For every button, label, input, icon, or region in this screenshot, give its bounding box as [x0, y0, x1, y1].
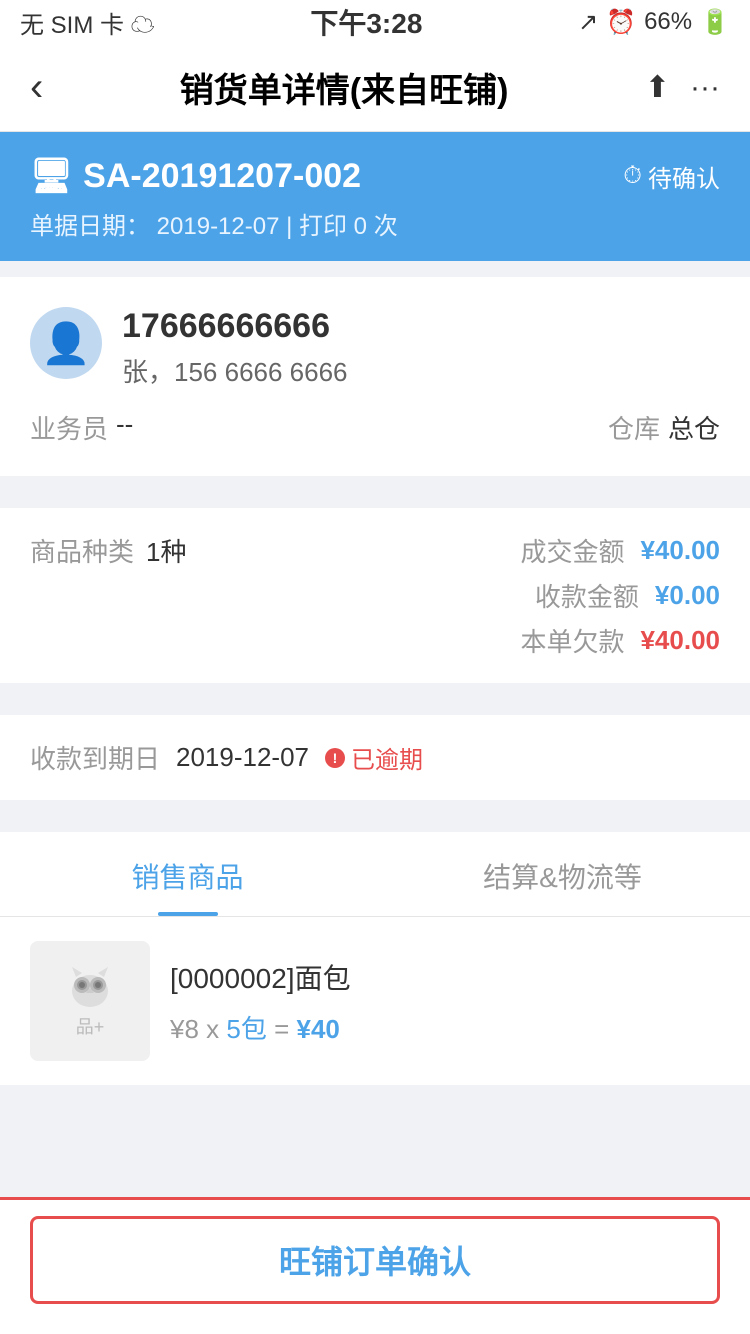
status-bar-right: ↗ ⏰ 66% 🔋 — [578, 8, 730, 37]
battery-icon: 🔋 — [700, 8, 730, 37]
customer-row: 👤 17666666666 张，156 6666 6666 — [30, 307, 720, 389]
order-id-text: SA-20191207-002 — [83, 157, 361, 196]
tabs-card: 销售商品 结算&物流等 — [0, 832, 750, 1085]
deal-amount-label: 成交金额 — [520, 532, 624, 569]
sim-status: 无 SIM 卡 ☁ — [20, 5, 155, 40]
more-button[interactable]: ··· — [690, 71, 720, 105]
avatar-icon: 👤 — [41, 320, 91, 367]
price-total: ¥40 — [297, 1014, 340, 1044]
alarm-icon: ⏰ — [606, 8, 636, 37]
category-label: 商品种类 — [30, 532, 134, 569]
product-thumb-inner: 品+ — [60, 963, 120, 1039]
nav-bar: ‹ 销货单详情(来自旺铺) ⬆ ··· — [0, 44, 750, 132]
warehouse-value: 总仓 — [668, 409, 720, 446]
nav-left: ‹ — [30, 65, 43, 110]
overdue-text: 已逾期 — [351, 740, 423, 775]
price-equals: = — [274, 1014, 289, 1044]
status-bar-left: 无 SIM 卡 ☁ — [20, 5, 155, 40]
price-value: ¥8 x — [170, 1014, 219, 1044]
page-title: 销货单详情(来自旺铺) — [180, 63, 509, 112]
back-button[interactable]: ‹ — [30, 65, 43, 110]
owed-amount-value: ¥40.00 — [640, 625, 720, 656]
brand-text: 品+ — [76, 1013, 105, 1039]
product-item: 品+ [0000002]面包 ¥8 x 5包 = ¥40 — [0, 917, 750, 1085]
category-value: 1种 — [146, 532, 186, 569]
avatar: 👤 — [30, 307, 102, 379]
customer-name: 张，156 6666 6666 — [122, 352, 720, 389]
battery-status: 66% — [644, 8, 692, 36]
order-id: 🖥 SA-20191207-002 — [30, 156, 361, 196]
received-amount-value: ¥0.00 — [655, 580, 720, 611]
share-button[interactable]: ⬆ — [645, 70, 670, 105]
status-bar: 无 SIM 卡 ☁ 下午3:28 ↗ ⏰ 66% 🔋 — [0, 0, 750, 44]
overdue-dot-icon: ! — [325, 748, 345, 768]
tab-settlement[interactable]: 结算&物流等 — [375, 832, 750, 916]
print-info: | 打印 0 次 — [286, 213, 398, 240]
warehouse-meta: 仓库 总仓 — [608, 409, 720, 446]
product-thumbnail: 品+ — [30, 941, 150, 1061]
confirm-order-button[interactable]: 旺铺订单确认 — [30, 1216, 720, 1304]
sales-meta: 业务员 -- — [30, 409, 133, 446]
divider-2 — [0, 683, 750, 699]
summary-card: 商品种类 1种 成交金额 ¥40.00 收款金额 ¥0.00 本单欠款 ¥40.… — [0, 508, 750, 683]
warehouse-label: 仓库 — [608, 409, 660, 446]
sales-value: -- — [116, 409, 133, 446]
nav-right: ⬆ ··· — [645, 70, 720, 105]
owl-logo-icon — [60, 963, 120, 1013]
date-label: 单据日期： — [30, 213, 150, 240]
amounts-info: 成交金额 ¥40.00 收款金额 ¥0.00 本单欠款 ¥40.00 — [520, 532, 720, 659]
customer-phone: 17666666666 — [122, 307, 720, 346]
tab-products-label: 销售商品 — [131, 862, 243, 893]
order-status: ⏱ 待确认 — [623, 159, 720, 194]
order-date-row: 单据日期： 2019-12-07 | 打印 0 次 — [30, 206, 720, 241]
product-info: [0000002]面包 ¥8 x 5包 = ¥40 — [170, 957, 720, 1046]
product-name: [0000002]面包 — [170, 957, 720, 997]
order-id-icon: 🖥 — [30, 156, 73, 196]
divider-1 — [0, 476, 750, 492]
owed-amount-label: 本单欠款 — [520, 622, 624, 659]
customer-info: 17666666666 张，156 6666 6666 — [122, 307, 720, 389]
deal-amount-row: 成交金额 ¥40.00 — [520, 532, 720, 569]
status-text: 待确认 — [648, 159, 720, 194]
order-header: 🖥 SA-20191207-002 ⏱ 待确认 单据日期： 2019-12-07… — [0, 132, 750, 261]
received-amount-label: 收款金额 — [535, 577, 639, 614]
status-bar-time: 下午3:28 — [310, 2, 422, 42]
order-date-value: 2019-12-07 — [157, 213, 280, 240]
tabs-row: 销售商品 结算&物流等 — [0, 832, 750, 917]
status-clock-icon: ⏱ — [623, 162, 642, 190]
tab-products[interactable]: 销售商品 — [0, 832, 375, 916]
due-date-card: 收款到期日 2019-12-07 ! 已逾期 — [0, 715, 750, 800]
bottom-bar: 旺铺订单确认 — [0, 1197, 750, 1334]
received-amount-row: 收款金额 ¥0.00 — [535, 577, 720, 614]
product-price: ¥8 x 5包 = ¥40 — [170, 1009, 720, 1046]
price-qty: 5包 — [226, 1014, 266, 1044]
customer-card: 👤 17666666666 张，156 6666 6666 业务员 -- 仓库 … — [0, 277, 750, 476]
deal-amount-value: ¥40.00 — [640, 535, 720, 566]
tab-settlement-label: 结算&物流等 — [483, 862, 642, 893]
overdue-badge: ! 已逾期 — [325, 740, 423, 775]
sales-label: 业务员 — [30, 409, 108, 446]
divider-3 — [0, 800, 750, 816]
meta-row: 业务员 -- 仓库 总仓 — [30, 409, 720, 446]
due-date-value: 2019-12-07 — [176, 742, 309, 773]
summary-row: 商品种类 1种 成交金额 ¥40.00 收款金额 ¥0.00 本单欠款 ¥40.… — [30, 532, 720, 659]
owed-amount-row: 本单欠款 ¥40.00 — [520, 622, 720, 659]
location-icon: ↗ — [578, 8, 598, 37]
category-info: 商品种类 1种 — [30, 532, 186, 569]
order-id-row: 🖥 SA-20191207-002 ⏱ 待确认 — [30, 156, 720, 196]
confirm-order-label: 旺铺订单确认 — [279, 1237, 471, 1283]
due-date-label: 收款到期日 — [30, 739, 160, 776]
